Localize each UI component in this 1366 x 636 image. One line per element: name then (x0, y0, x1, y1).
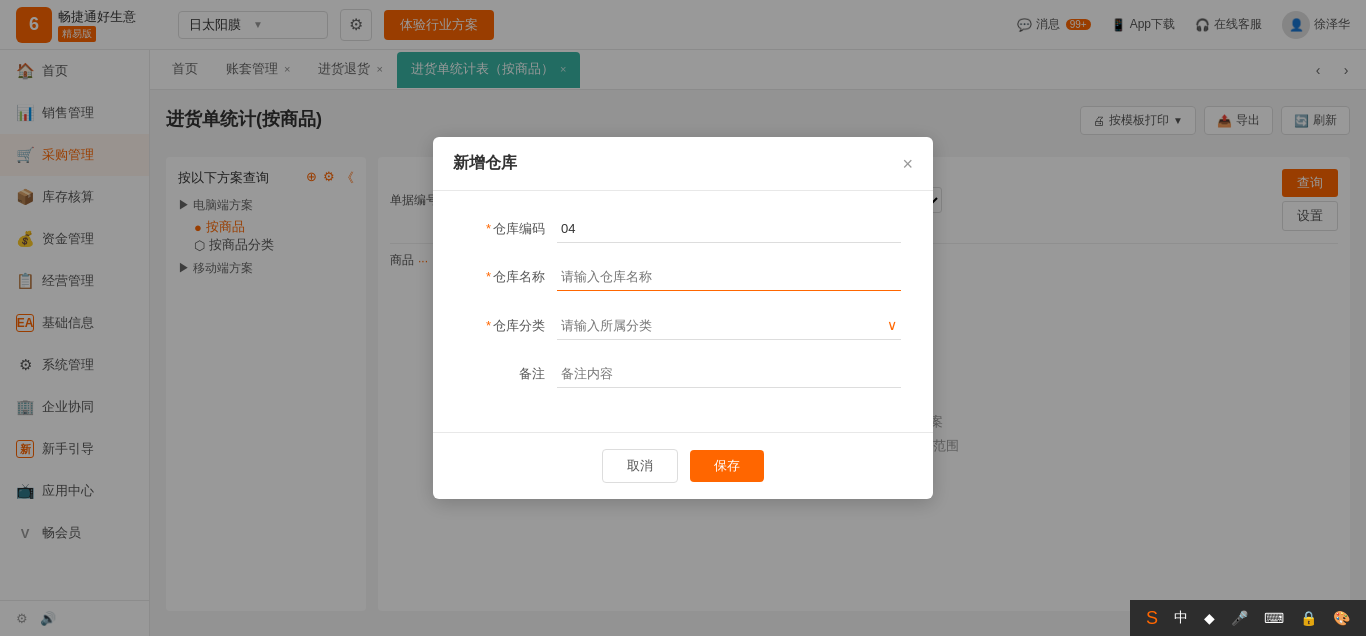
diamond-icon[interactable]: ◆ (1204, 610, 1215, 626)
category-label: *仓库分类 (465, 317, 545, 335)
add-warehouse-modal: 新增仓库 × *仓库编码 *仓库名称 *仓库分类 (433, 137, 933, 499)
modal-overlay[interactable]: 新增仓库 × *仓库编码 *仓库名称 *仓库分类 (0, 0, 1366, 636)
mic-icon[interactable]: 🎤 (1231, 610, 1248, 626)
modal-footer: 取消 保存 (433, 432, 933, 499)
chevron-down-category-icon: ∨ (887, 317, 897, 333)
modal-body: *仓库编码 *仓库名称 *仓库分类 ∨ (433, 191, 933, 432)
modal-header: 新增仓库 × (433, 137, 933, 191)
s-icon[interactable]: S (1146, 608, 1158, 629)
palette-icon[interactable]: 🎨 (1333, 610, 1350, 626)
modal-close-button[interactable]: × (902, 155, 913, 173)
category-select-input[interactable] (561, 318, 887, 333)
cancel-button[interactable]: 取消 (602, 449, 678, 483)
note-input[interactable] (557, 360, 901, 388)
form-row-code: *仓库编码 (465, 215, 901, 243)
form-row-name: *仓库名称 (465, 263, 901, 291)
code-label: *仓库编码 (465, 220, 545, 238)
lock-icon[interactable]: 🔒 (1300, 610, 1317, 626)
zh-label[interactable]: 中 (1174, 609, 1188, 627)
warehouse-name-input[interactable] (557, 263, 901, 291)
keyboard-icon[interactable]: ⌨ (1264, 610, 1284, 626)
form-row-note: 备注 (465, 360, 901, 388)
bottom-bar: S 中 ◆ 🎤 ⌨ 🔒 🎨 (1130, 600, 1366, 636)
form-row-category: *仓库分类 ∨ (465, 311, 901, 340)
category-select-wrap: ∨ (557, 311, 901, 340)
note-label: 备注 (465, 365, 545, 383)
save-button[interactable]: 保存 (690, 450, 764, 482)
name-label: *仓库名称 (465, 268, 545, 286)
modal-title: 新增仓库 (453, 153, 517, 174)
warehouse-code-input[interactable] (557, 215, 901, 243)
